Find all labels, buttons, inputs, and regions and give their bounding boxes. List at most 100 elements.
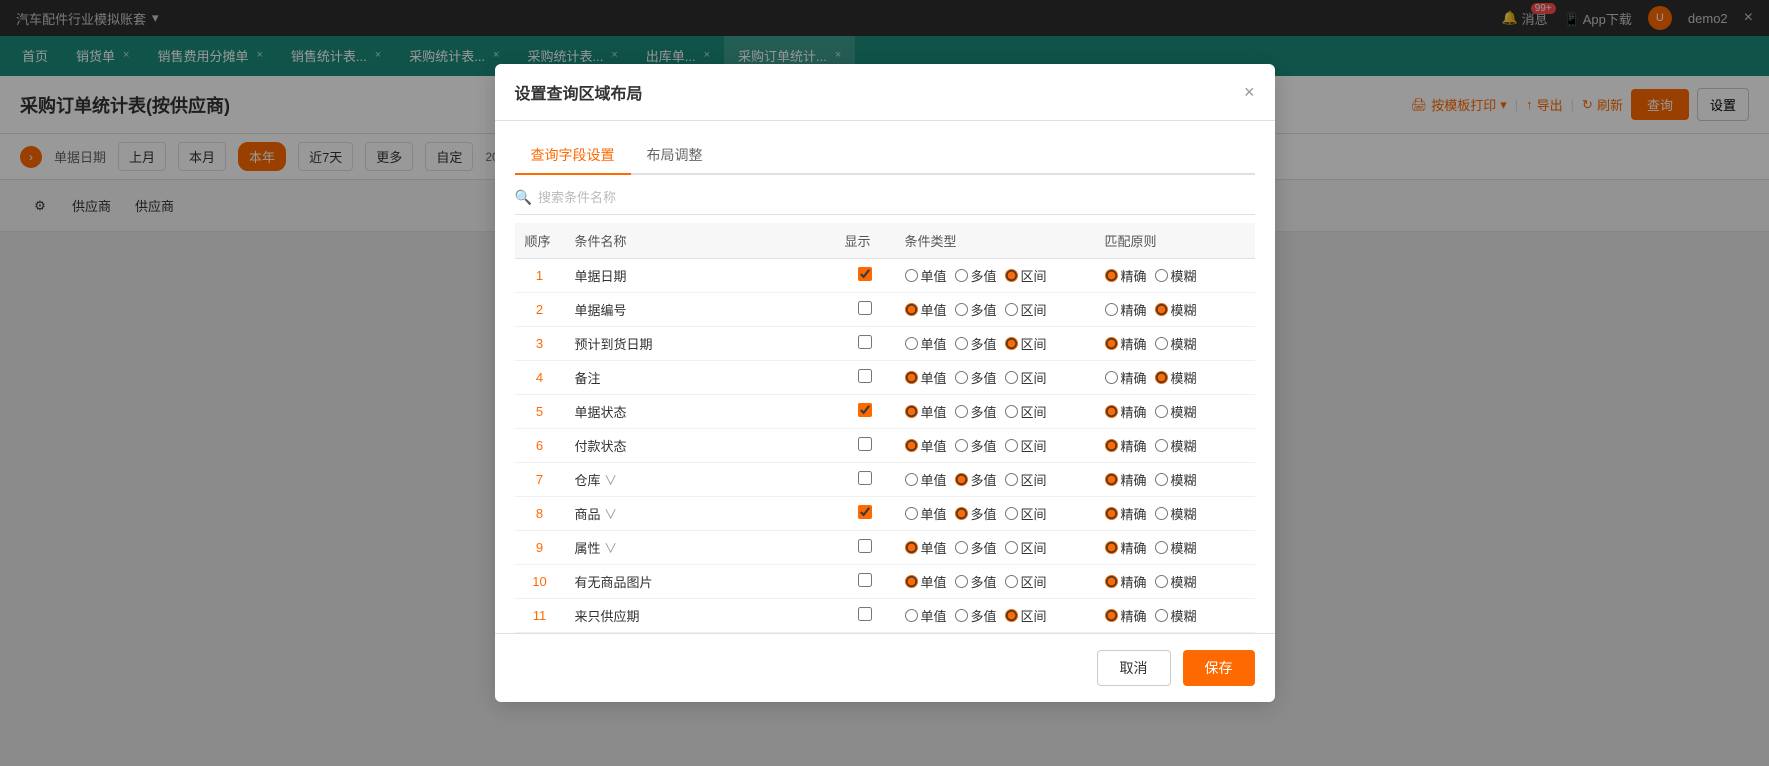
type-radio-区间[interactable] — [1005, 405, 1018, 418]
match-radio-精确[interactable] — [1105, 405, 1118, 418]
cancel-btn[interactable]: 取消 — [1097, 650, 1171, 686]
cell-show[interactable] — [835, 293, 895, 327]
cell-show[interactable] — [835, 361, 895, 395]
show-checkbox[interactable] — [858, 301, 872, 315]
type-option-多值[interactable]: 多值 — [955, 538, 997, 557]
match-option-精确[interactable]: 精确 — [1105, 470, 1147, 489]
match-radio-精确[interactable] — [1105, 439, 1118, 452]
type-option-多值[interactable]: 多值 — [955, 436, 997, 455]
type-option-单值[interactable]: 单值 — [905, 606, 947, 625]
type-option-单值[interactable]: 单值 — [905, 572, 947, 591]
match-option-模糊[interactable]: 模糊 — [1155, 266, 1197, 285]
type-option-多值[interactable]: 多值 — [955, 402, 997, 421]
match-radio-模糊[interactable] — [1155, 405, 1168, 418]
match-option-精确[interactable]: 精确 — [1105, 504, 1147, 523]
type-radio-单值[interactable] — [905, 337, 918, 350]
cell-show[interactable] — [835, 565, 895, 599]
type-radio-多值[interactable] — [955, 541, 968, 554]
type-radio-单值[interactable] — [905, 303, 918, 316]
match-radio-模糊[interactable] — [1155, 609, 1168, 622]
match-radio-模糊[interactable] — [1155, 337, 1168, 350]
type-option-单值[interactable]: 单值 — [905, 300, 947, 319]
cell-show[interactable] — [835, 429, 895, 463]
match-radio-精确[interactable] — [1105, 473, 1118, 486]
show-checkbox[interactable] — [858, 267, 872, 281]
type-radio-多值[interactable] — [955, 303, 968, 316]
tab-layout-adjust[interactable]: 布局调整 — [631, 137, 719, 175]
match-radio-精确[interactable] — [1105, 609, 1118, 622]
match-radio-精确[interactable] — [1105, 371, 1118, 384]
type-option-单值[interactable]: 单值 — [905, 436, 947, 455]
type-radio-区间[interactable] — [1005, 473, 1018, 486]
modal-close-btn[interactable]: × — [1244, 83, 1255, 101]
match-option-精确[interactable]: 精确 — [1105, 606, 1147, 625]
show-checkbox[interactable] — [858, 573, 872, 587]
match-option-模糊[interactable]: 模糊 — [1155, 470, 1197, 489]
match-option-模糊[interactable]: 模糊 — [1155, 402, 1197, 421]
type-radio-区间[interactable] — [1005, 303, 1018, 316]
type-option-单值[interactable]: 单值 — [905, 368, 947, 387]
match-option-精确[interactable]: 精确 — [1105, 368, 1147, 387]
type-option-区间[interactable]: 区间 — [1005, 266, 1047, 285]
match-radio-精确[interactable] — [1105, 507, 1118, 520]
match-radio-模糊[interactable] — [1155, 575, 1168, 588]
show-checkbox[interactable] — [858, 335, 872, 349]
type-option-区间[interactable]: 区间 — [1005, 402, 1047, 421]
type-option-单值[interactable]: 单值 — [905, 266, 947, 285]
type-radio-多值[interactable] — [955, 507, 968, 520]
type-option-多值[interactable]: 多值 — [955, 368, 997, 387]
type-option-区间[interactable]: 区间 — [1005, 300, 1047, 319]
expand-icon[interactable]: ∨ — [604, 507, 617, 522]
type-option-区间[interactable]: 区间 — [1005, 436, 1047, 455]
type-option-单值[interactable]: 单值 — [905, 504, 947, 523]
type-option-区间[interactable]: 区间 — [1005, 606, 1047, 625]
save-btn[interactable]: 保存 — [1183, 650, 1255, 686]
type-radio-区间[interactable] — [1005, 337, 1018, 350]
match-radio-模糊[interactable] — [1155, 371, 1168, 384]
show-checkbox[interactable] — [858, 505, 872, 519]
type-radio-多值[interactable] — [955, 337, 968, 350]
expand-icon[interactable]: ∨ — [604, 473, 617, 488]
type-radio-区间[interactable] — [1005, 507, 1018, 520]
cell-show[interactable] — [835, 463, 895, 497]
match-option-精确[interactable]: 精确 — [1105, 572, 1147, 591]
type-radio-单值[interactable] — [905, 371, 918, 384]
match-radio-模糊[interactable] — [1155, 541, 1168, 554]
match-option-精确[interactable]: 精确 — [1105, 402, 1147, 421]
match-option-精确[interactable]: 精确 — [1105, 266, 1147, 285]
type-radio-多值[interactable] — [955, 371, 968, 384]
search-input[interactable] — [538, 190, 738, 205]
match-option-模糊[interactable]: 模糊 — [1155, 300, 1197, 319]
type-radio-单值[interactable] — [905, 439, 918, 452]
type-option-多值[interactable]: 多值 — [955, 606, 997, 625]
match-option-模糊[interactable]: 模糊 — [1155, 606, 1197, 625]
match-option-精确[interactable]: 精确 — [1105, 538, 1147, 557]
type-radio-单值[interactable] — [905, 269, 918, 282]
show-checkbox[interactable] — [858, 607, 872, 621]
match-radio-模糊[interactable] — [1155, 269, 1168, 282]
type-option-区间[interactable]: 区间 — [1005, 572, 1047, 591]
type-option-多值[interactable]: 多值 — [955, 300, 997, 319]
type-option-多值[interactable]: 多值 — [955, 572, 997, 591]
match-radio-精确[interactable] — [1105, 337, 1118, 350]
type-radio-单值[interactable] — [905, 609, 918, 622]
match-radio-模糊[interactable] — [1155, 473, 1168, 486]
type-radio-单值[interactable] — [905, 405, 918, 418]
type-radio-多值[interactable] — [955, 439, 968, 452]
show-checkbox[interactable] — [858, 369, 872, 383]
cell-show[interactable] — [835, 327, 895, 361]
match-radio-精确[interactable] — [1105, 303, 1118, 316]
cell-show[interactable] — [835, 531, 895, 565]
match-option-模糊[interactable]: 模糊 — [1155, 504, 1197, 523]
match-option-精确[interactable]: 精确 — [1105, 436, 1147, 455]
type-option-区间[interactable]: 区间 — [1005, 538, 1047, 557]
match-radio-精确[interactable] — [1105, 541, 1118, 554]
cell-show[interactable] — [835, 395, 895, 429]
type-radio-单值[interactable] — [905, 575, 918, 588]
type-radio-多值[interactable] — [955, 609, 968, 622]
type-option-单值[interactable]: 单值 — [905, 402, 947, 421]
type-option-区间[interactable]: 区间 — [1005, 334, 1047, 353]
match-option-模糊[interactable]: 模糊 — [1155, 572, 1197, 591]
tab-query-fields[interactable]: 查询字段设置 — [515, 137, 631, 175]
type-option-多值[interactable]: 多值 — [955, 266, 997, 285]
